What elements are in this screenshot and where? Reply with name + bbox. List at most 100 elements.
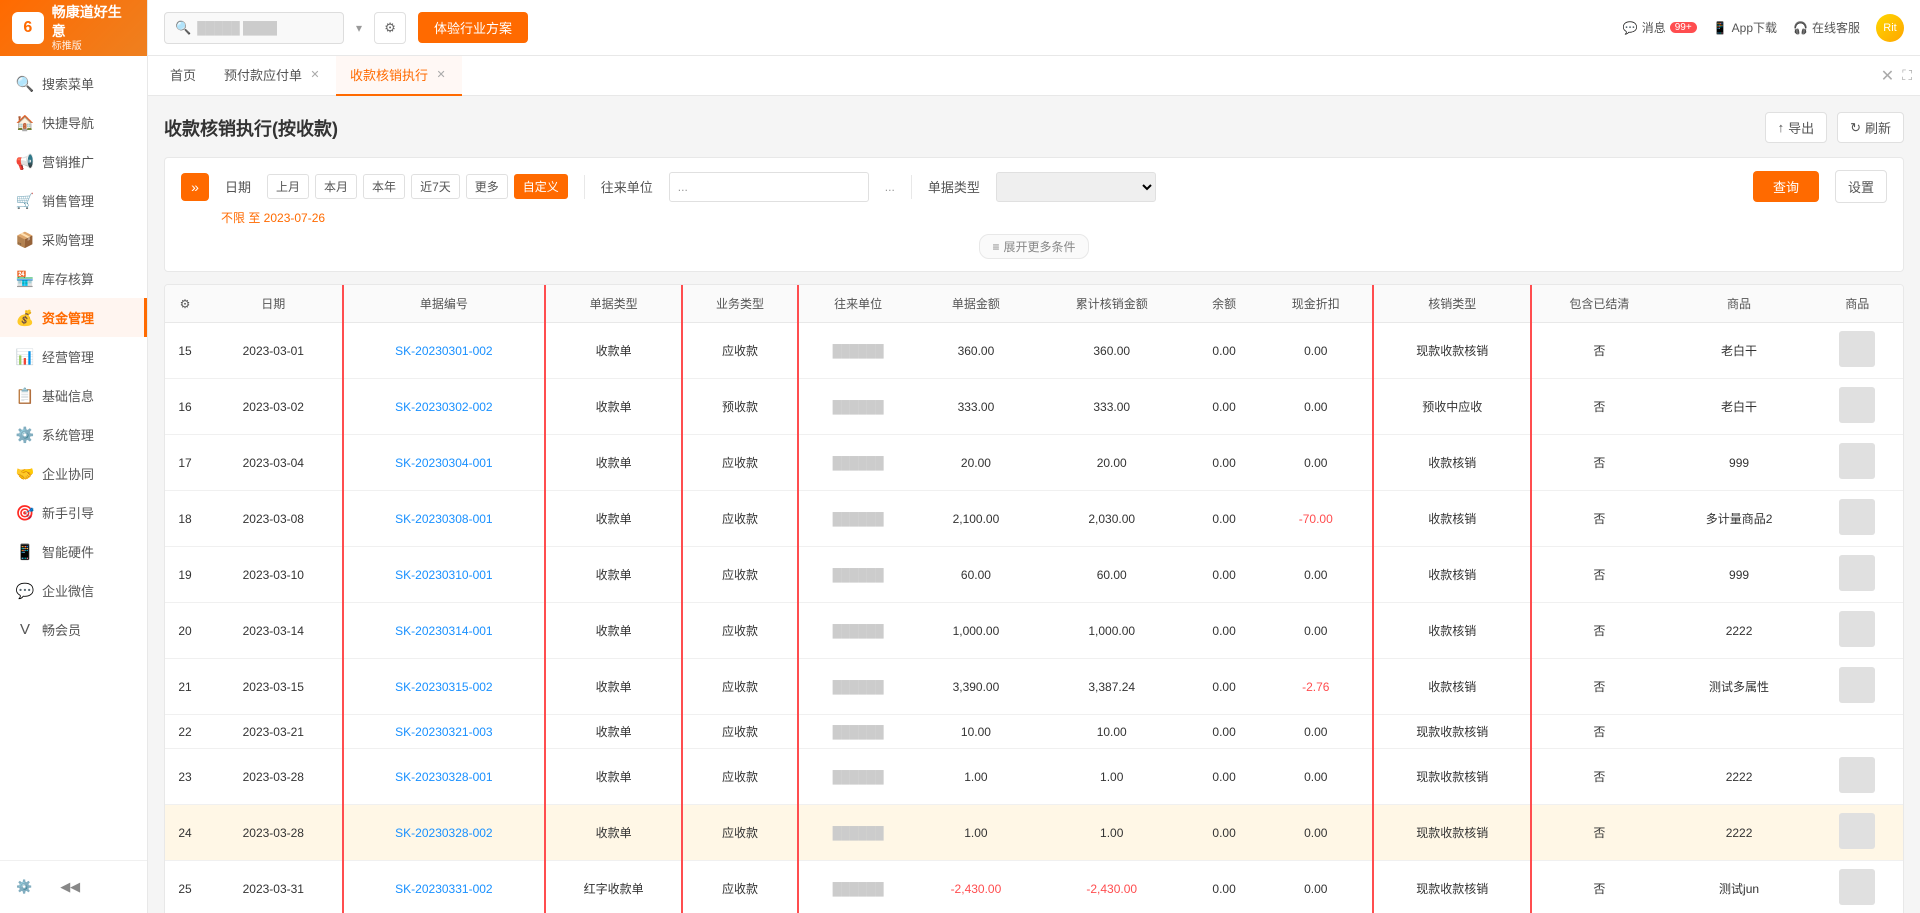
doc-no-link[interactable]: SK-20230301-002 [395,344,492,358]
th-settings[interactable]: ⚙ [165,285,205,323]
app-download-group[interactable]: 📱 App下载 [1713,19,1777,36]
cell-include-settled: 否 [1531,435,1666,491]
setting-button[interactable]: 设置 [1835,170,1887,203]
sidebar-item-operations[interactable]: 📊 经营管理 [0,337,147,376]
doc-no-link[interactable]: SK-20230308-001 [395,512,492,526]
date-more-btn[interactable]: 更多 [466,174,508,199]
expand-label: 展开更多条件 [1004,238,1076,255]
doc-no-link[interactable]: SK-20230310-001 [395,568,492,582]
doc-no-link[interactable]: SK-20230321-003 [395,725,492,739]
topbar-search[interactable]: 🔍 █████ ████ [164,12,344,44]
doc-no-link[interactable]: SK-20230315-002 [395,680,492,694]
tab-writeoff[interactable]: 收款核销执行 ✕ [336,56,462,96]
sidebar-item-guide[interactable]: 🎯 新手引导 [0,493,147,532]
table-row: 23 2023-03-28 SK-20230328-001 收款单 应收款 ██… [165,749,1903,805]
cell-doc-no: SK-20230304-001 [343,435,546,491]
sidebar-item-system[interactable]: ⚙️ 系统管理 [0,415,147,454]
cell-product: 2222 [1666,805,1811,861]
refresh-icon: ↻ [1850,120,1861,136]
date-custom-btn[interactable]: 自定义 [514,174,568,199]
message-group[interactable]: 💬 消息 99+ [1623,19,1697,36]
cell-product: 测试jun [1666,861,1811,913]
th-cash-discount: 现金折扣 [1259,285,1373,323]
cell-include-settled: 否 [1531,547,1666,603]
date-prev-month-btn[interactable]: 上月 [267,174,309,199]
sidebar-item-marketing[interactable]: 📢 营销推广 [0,142,147,181]
doc-no-link[interactable]: SK-20230314-001 [395,624,492,638]
doc-no-link[interactable]: SK-20230328-001 [395,770,492,784]
tab-writeoff-close[interactable]: ✕ [434,68,448,82]
query-button[interactable]: 查询 [1753,171,1819,202]
search-text: █████ ████ [197,21,277,35]
date-this-month-btn[interactable]: 本月 [315,174,357,199]
th-writeoff-amount: 累计核销金额 [1034,285,1188,323]
cell-product: 老白干 [1666,323,1811,379]
topbar-gear-button[interactable]: ⚙ [374,12,406,44]
service-group[interactable]: 🎧 在线客服 [1793,19,1860,36]
tabs-expand-icon[interactable]: ⛶ [1902,67,1912,84]
sidebar-item-finance[interactable]: 💰 资金管理 [0,298,147,337]
cell-doc-no: SK-20230321-003 [343,715,546,749]
sidebar-item-member[interactable]: V 畅会员 [0,610,147,649]
more-conditions-btn[interactable]: ... [885,180,895,194]
cell-product2 [1812,715,1903,749]
partner-input[interactable] [669,172,869,202]
sidebar-item-search[interactable]: 🔍 搜索菜单 [0,64,147,103]
tab-prepay[interactable]: 预付款应付单 ✕ [210,56,336,96]
cell-balance: 0.00 [1189,861,1259,913]
sidebar-item-collab[interactable]: 🤝 企业协同 [0,454,147,493]
hardware-icon: 📱 [16,543,34,561]
cell-doc-amount: 1.00 [917,805,1034,861]
cell-biz-type: 应收款 [682,805,798,861]
sidebar-item-basic[interactable]: 📋 基础信息 [0,376,147,415]
date-7days-btn[interactable]: 近7天 [411,174,460,199]
cell-doc-type: 收款单 [545,379,682,435]
cell-doc-no: SK-20230310-001 [343,547,546,603]
doc-no-link[interactable]: SK-20230331-002 [395,882,492,896]
filter-toggle-button[interactable]: » [181,173,209,201]
cell-balance: 0.00 [1189,323,1259,379]
toggle-icon: » [191,179,199,195]
sidebar-item-hardware[interactable]: 📱 智能硬件 [0,532,147,571]
cell-product2 [1812,861,1903,913]
doc-no-link[interactable]: SK-20230328-002 [395,826,492,840]
cell-biz-type: 应收款 [682,491,798,547]
doc-type-select[interactable] [996,172,1156,202]
tab-writeoff-label: 收款核销执行 [350,65,428,84]
date-this-year-btn[interactable]: 本年 [363,174,405,199]
sidebar-item-shortcuts[interactable]: 🏠 快捷导航 [0,103,147,142]
tab-home[interactable]: 首页 [156,56,210,96]
th-date: 日期 [205,285,343,323]
sidebar-item-wechat[interactable]: 💬 企业微信 [0,571,147,610]
cell-num: 19 [165,547,205,603]
tabs-actions: ✕ ⛶ [1881,66,1912,86]
sidebar-item-sales[interactable]: 🛒 销售管理 [0,181,147,220]
cell-balance: 0.00 [1189,435,1259,491]
export-button[interactable]: ↑ 导出 [1765,112,1828,143]
topbar-dropdown-arrow[interactable]: ▾ [356,21,362,35]
cell-include-settled: 否 [1531,749,1666,805]
headset-icon: 🎧 [1793,21,1808,35]
cell-cash-discount: 0.00 [1259,379,1373,435]
doc-no-link[interactable]: SK-20230304-001 [395,456,492,470]
cell-biz-type: 应收款 [682,861,798,913]
cell-balance: 0.00 [1189,547,1259,603]
expand-more-conditions-btn[interactable]: ≡ 展开更多条件 [979,234,1088,259]
refresh-button[interactable]: ↻ 刷新 [1837,112,1904,143]
sidebar-item-purchase[interactable]: 📦 采购管理 [0,220,147,259]
tabs-close-all-icon[interactable]: ✕ [1881,66,1894,86]
cell-balance: 0.00 [1189,805,1259,861]
cell-writeoff-type: 现款收款核销 [1373,805,1531,861]
tab-prepay-close[interactable]: ✕ [308,68,322,82]
partner-label: 往来单位 [601,177,653,196]
cell-cash-discount: 0.00 [1259,323,1373,379]
expand-icon: ≡ [992,240,999,254]
solution-button[interactable]: 体验行业方案 [418,12,528,43]
table-row: 21 2023-03-15 SK-20230315-002 收款单 应收款 ██… [165,659,1903,715]
avatar[interactable]: Rit [1876,14,1904,42]
doc-no-link[interactable]: SK-20230302-002 [395,400,492,414]
sidebar-item-inventory[interactable]: 🏪 库存核算 [0,259,147,298]
sidebar-bottom-settings[interactable]: ⚙️ ◀◀ [0,871,147,903]
cell-doc-type: 收款单 [545,603,682,659]
cell-date: 2023-03-31 [205,861,343,913]
